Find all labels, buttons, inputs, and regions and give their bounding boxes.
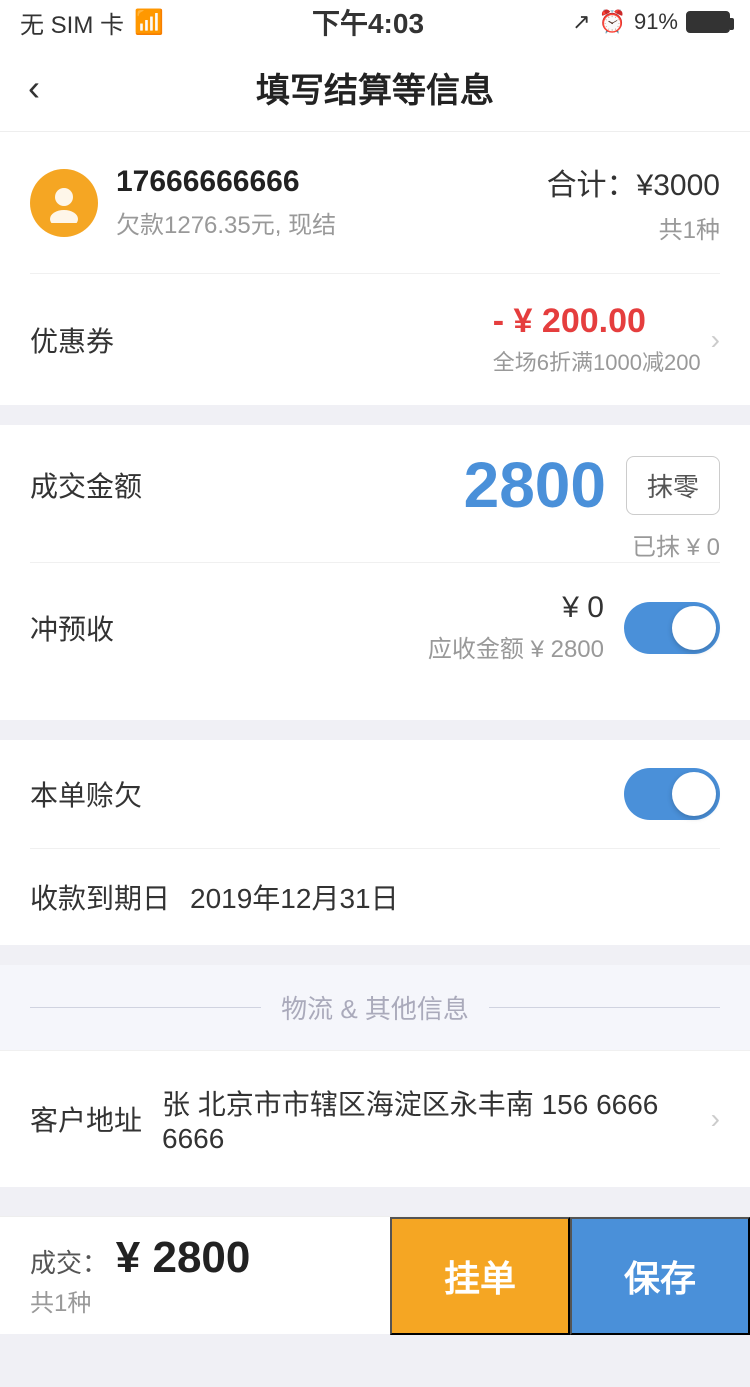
bottom-deal-amount: ¥ 2800 xyxy=(116,1233,251,1282)
customer-left: 17666666666 欠款1276.35元, 现结 xyxy=(30,165,336,240)
customer-row: 17666666666 欠款1276.35元, 现结 合计：¥3000 共1种 xyxy=(30,132,720,273)
battery-icon xyxy=(686,11,730,33)
save-button[interactable]: 保存 xyxy=(570,1217,750,1335)
prepay-receivable: 应收金额 ¥ 2800 xyxy=(428,629,604,664)
coupon-label: 优惠券 xyxy=(30,320,114,360)
prepay-values: ¥ 0 应收金额 ¥ 2800 xyxy=(428,591,604,664)
address-row[interactable]: 客户地址 张 北京市市辖区海淀区永丰南 156 6666 6666 › xyxy=(0,1050,750,1187)
status-left: 无 SIM 卡 📶 xyxy=(20,5,164,40)
divider-line-right xyxy=(489,1007,720,1008)
customer-right: 合计：¥3000 共1种 xyxy=(547,160,720,245)
total-amount: 合计：¥3000 xyxy=(547,160,720,204)
duedate-value: 2019年12月31日 xyxy=(190,877,399,917)
round-zero-button[interactable]: 抹零 xyxy=(626,456,720,515)
address-value: 张 北京市市辖区海淀区永丰南 156 6666 6666 xyxy=(162,1083,711,1155)
defer-toggle[interactable] xyxy=(624,768,720,820)
bottom-deal-label: 成交： xyxy=(30,1248,108,1278)
deal-sub-row: 已抹 ¥ 0 xyxy=(30,527,720,562)
section-gap-3 xyxy=(0,945,750,965)
deal-sub: 已抹 ¥ 0 xyxy=(632,534,720,561)
prepay-amount: ¥ 0 xyxy=(428,591,604,625)
deal-label: 成交金额 xyxy=(30,465,142,505)
bottom-count: 共1种 xyxy=(30,1283,360,1318)
prepay-toggle[interactable] xyxy=(624,602,720,654)
back-button[interactable]: ‹ xyxy=(28,67,40,109)
deal-section: 成交金额 2800 抹零 已抹 ¥ 0 冲预收 ¥ 0 应收金额 ¥ 2800 xyxy=(0,425,750,720)
bottom-bar: 成交： ¥ 2800 共1种 挂单 保存 xyxy=(0,1216,750,1334)
nav-bar: ‹ 填写结算等信息 xyxy=(0,44,750,132)
coupon-discount: - ¥ 200.00 xyxy=(493,302,701,341)
coupon-chevron-icon: › xyxy=(711,324,720,356)
defer-row: 本单赊欠 xyxy=(30,740,720,848)
defer-label: 本单赊欠 xyxy=(30,774,142,814)
coupon-desc: 全场6折满1000减200 xyxy=(493,345,701,377)
status-bar: 无 SIM 卡 📶 下午4:03 ↗ ⏰ 91% xyxy=(0,0,750,44)
defer-section: 本单赊欠 收款到期日 2019年12月31日 xyxy=(0,740,750,945)
alarm-icon: ⏰ xyxy=(599,9,626,35)
carrier-label: 无 SIM 卡 xyxy=(20,5,124,40)
section-gap-2 xyxy=(0,720,750,740)
avatar xyxy=(30,169,98,237)
duedate-row: 收款到期日 2019年12月31日 xyxy=(30,848,720,945)
logistics-label: 物流 & 其他信息 xyxy=(261,989,489,1026)
time-label: 下午4:03 xyxy=(312,2,424,42)
pending-button[interactable]: 挂单 xyxy=(390,1217,570,1335)
coupon-row[interactable]: 优惠券 - ¥ 200.00 全场6折满1000减200 › xyxy=(30,273,720,405)
page-title: 填写结算等信息 xyxy=(256,63,494,112)
deal-row: 成交金额 2800 抹零 xyxy=(30,453,720,517)
status-right: ↗ ⏰ 91% xyxy=(572,9,730,35)
logistics-divider: 物流 & 其他信息 xyxy=(0,965,750,1050)
duedate-label: 收款到期日 xyxy=(30,877,170,917)
customer-phone: 17666666666 xyxy=(116,165,336,199)
wifi-icon: 📶 xyxy=(134,8,164,37)
location-icon: ↗ xyxy=(572,9,590,35)
bottom-info: 成交： ¥ 2800 共1种 xyxy=(0,1233,390,1318)
deal-amount: 2800 xyxy=(464,453,606,517)
customer-section: 17666666666 欠款1276.35元, 现结 合计：¥3000 共1种 … xyxy=(0,132,750,405)
total-count: 共1种 xyxy=(547,210,720,245)
deal-amount-group: 2800 抹零 xyxy=(464,453,720,517)
coupon-right: - ¥ 200.00 全场6折满1000减200 › xyxy=(493,302,720,377)
section-gap-1 xyxy=(0,405,750,425)
customer-info: 17666666666 欠款1276.35元, 现结 xyxy=(116,165,336,240)
divider-line-left xyxy=(30,1007,261,1008)
address-chevron-icon: › xyxy=(711,1103,720,1135)
prepay-row: 冲预收 ¥ 0 应收金额 ¥ 2800 xyxy=(30,562,720,692)
bottom-deal-row: 成交： ¥ 2800 xyxy=(30,1233,360,1283)
prepay-label: 冲预收 xyxy=(30,608,114,648)
customer-debt: 欠款1276.35元, 现结 xyxy=(116,205,336,240)
battery-label: 91% xyxy=(634,9,678,35)
prepay-right: ¥ 0 应收金额 ¥ 2800 xyxy=(428,591,720,664)
address-label: 客户地址 xyxy=(30,1099,142,1139)
